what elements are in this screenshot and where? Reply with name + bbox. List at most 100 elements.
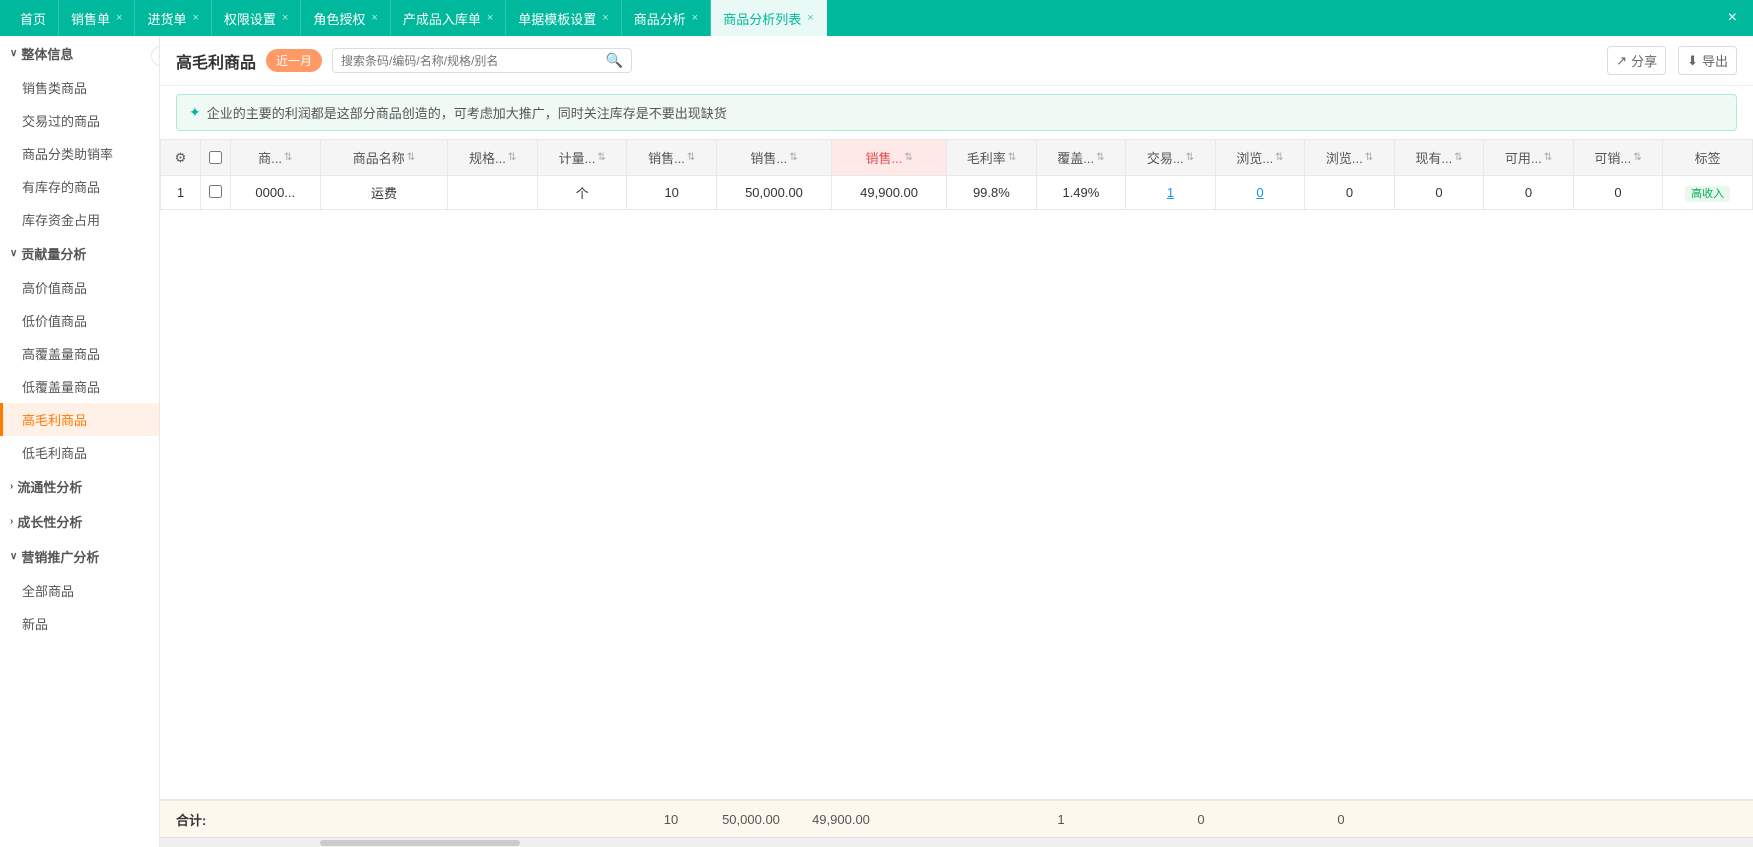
sidebar-item-category-rate[interactable]: 商品分类助销率 (0, 137, 159, 170)
sort-icon-available-stock: ⇅ (1544, 152, 1552, 163)
arrow-overall: ∨ (10, 48, 17, 59)
footer-tag (1446, 812, 1516, 827)
sidebar-item-stock-capital[interactable]: 库存资金占用 (0, 203, 159, 236)
col-unit[interactable]: 计量... ⇅ (537, 140, 627, 176)
col-browse1[interactable]: 浏览... ⇅ (1215, 140, 1305, 176)
col-code[interactable]: 商... ⇅ (231, 140, 321, 176)
sort-icon-gross-margin: ⇅ (1008, 152, 1016, 163)
cell-gross-margin: 99.8% (947, 176, 1037, 210)
sidebar-item-low-value[interactable]: 低价值商品 (0, 304, 159, 337)
arrow-growth: › (10, 516, 13, 527)
col-sales-profit[interactable]: 销售... ⇅ (832, 140, 947, 176)
content-area: 高毛利商品 近一月 🔍 ↗ 分享 ⬇ 导出 ✦ 企业的主要的利润都是这部分商品创… (160, 36, 1753, 847)
sidebar-item-high-value[interactable]: 高价值商品 (0, 271, 159, 304)
sidebar-item-low-margin[interactable]: 低毛利商品 (0, 436, 159, 469)
share-button[interactable]: ↗ 分享 (1607, 46, 1666, 75)
col-settings[interactable]: ⚙ (161, 140, 201, 176)
header-actions: ↗ 分享 ⬇ 导出 (1607, 46, 1737, 75)
sort-icon-code: ⇅ (284, 152, 292, 163)
info-icon: ✦ (189, 104, 201, 121)
sidebar-item-high-margin[interactable]: 高毛利商品 (0, 403, 159, 436)
sidebar-item-traded-goods[interactable]: 交易过的商品 (0, 104, 159, 137)
close-analysis-tab[interactable]: × (692, 12, 698, 24)
col-gross-margin[interactable]: 毛利率 ⇅ (947, 140, 1037, 176)
cell-checkbox[interactable] (201, 176, 231, 210)
col-available-stock[interactable]: 可用... ⇅ (1484, 140, 1574, 176)
horizontal-scrollbar[interactable] (160, 837, 1753, 847)
cell-sales-amount: 50,000.00 (716, 176, 831, 210)
close-template-tab[interactable]: × (602, 12, 608, 24)
cell-code: 0000... (231, 176, 321, 210)
nav-tab-purchase[interactable]: 进货单 × (135, 0, 211, 36)
filter-recent-month[interactable]: 近一月 (266, 49, 322, 72)
close-roles-tab[interactable]: × (371, 12, 377, 24)
export-icon: ⬇ (1687, 53, 1698, 69)
page-title: 高毛利商品 (176, 49, 256, 73)
nav-tab-analysis[interactable]: 商品分析 × (622, 0, 711, 36)
share-icon: ↗ (1616, 53, 1627, 69)
close-all-tabs[interactable]: × (1720, 9, 1745, 27)
footer-label: 合计: (176, 810, 256, 829)
footer-browse2: 0 (1166, 812, 1236, 827)
close-analysis-list-tab[interactable]: × (807, 12, 813, 24)
sidebar-group-liquidity[interactable]: › 流通性分析 (0, 469, 159, 504)
nav-tab-product-stock[interactable]: 产成品入库单 × (391, 0, 506, 36)
cell-browse1: 0 (1215, 176, 1305, 210)
sidebar-item-high-coverage[interactable]: 高覆盖量商品 (0, 337, 159, 370)
data-table-container: ⚙ 商... ⇅ 商品名称 (160, 139, 1753, 799)
nav-tab-roles[interactable]: 角色授权 × (301, 0, 390, 36)
search-icon[interactable]: 🔍 (606, 52, 623, 69)
col-name[interactable]: 商品名称 ⇅ (320, 140, 448, 176)
sidebar-item-low-coverage[interactable]: 低覆盖量商品 (0, 370, 159, 403)
footer-transaction: 1 (1026, 812, 1096, 827)
select-all-checkbox[interactable] (209, 151, 222, 164)
close-sales-tab[interactable]: × (116, 12, 122, 24)
sort-icon-browse1: ⇅ (1275, 152, 1283, 163)
close-product-stock-tab[interactable]: × (487, 12, 493, 24)
col-checkbox[interactable] (201, 140, 231, 176)
sort-icon-sales-qty: ⇅ (687, 152, 695, 163)
cell-spec (448, 176, 538, 210)
nav-tab-permissions[interactable]: 权限设置 × (212, 0, 301, 36)
table-row: 1 0000... 运费 个 10 50,000.00 49,900.00 99… (161, 176, 1753, 210)
nav-tab-home[interactable]: 首页 (8, 0, 59, 36)
cell-sales-qty: 10 (627, 176, 717, 210)
col-sales-qty[interactable]: 销售... ⇅ (627, 140, 717, 176)
row-checkbox[interactable] (209, 185, 222, 198)
nav-tab-template[interactable]: 单据模板设置 × (506, 0, 621, 36)
main-layout: « ∨ 整体信息 销售类商品 交易过的商品 商品分类助销率 有库存的商品 库存资… (0, 36, 1753, 847)
scrollbar-thumb[interactable] (320, 840, 520, 846)
close-purchase-tab[interactable]: × (192, 12, 198, 24)
col-tag[interactable]: 标签 (1663, 140, 1753, 176)
sidebar: « ∨ 整体信息 销售类商品 交易过的商品 商品分类助销率 有库存的商品 库存资… (0, 36, 160, 847)
sidebar-group-overall[interactable]: ∨ 整体信息 (0, 36, 159, 71)
sort-icon-transaction: ⇅ (1186, 152, 1194, 163)
content-header: 高毛利商品 近一月 🔍 ↗ 分享 ⬇ 导出 (160, 36, 1753, 86)
search-input[interactable] (341, 54, 602, 68)
nav-tab-analysis-list[interactable]: 商品分析列表 × (711, 0, 826, 36)
close-permissions-tab[interactable]: × (282, 12, 288, 24)
sidebar-item-all-goods[interactable]: 全部商品 (0, 574, 159, 607)
col-current-stock[interactable]: 现有... ⇅ (1394, 140, 1484, 176)
sidebar-group-growth[interactable]: › 成长性分析 (0, 504, 159, 539)
col-browse2[interactable]: 浏览... ⇅ (1305, 140, 1395, 176)
sort-icon-sales-profit: ⇅ (904, 152, 912, 163)
sort-icon-current-stock: ⇅ (1454, 152, 1462, 163)
sidebar-item-sales-goods[interactable]: 销售类商品 (0, 71, 159, 104)
footer-sales-qty: 10 (636, 812, 706, 827)
col-coverage[interactable]: 覆盖... ⇅ (1036, 140, 1126, 176)
col-sellable-stock[interactable]: 可销... ⇅ (1573, 140, 1663, 176)
cell-available-stock: 0 (1484, 176, 1574, 210)
sort-icon-coverage: ⇅ (1096, 152, 1104, 163)
col-spec[interactable]: 规格... ⇅ (448, 140, 538, 176)
footer-gross-margin (886, 812, 956, 827)
col-sales-amount[interactable]: 销售... ⇅ (716, 140, 831, 176)
sidebar-item-new-goods[interactable]: 新品 (0, 607, 159, 640)
col-transaction[interactable]: 交易... ⇅ (1126, 140, 1216, 176)
sidebar-group-marketing[interactable]: ∨ 营销推广分析 (0, 539, 159, 574)
nav-tab-sales[interactable]: 销售单 × (59, 0, 135, 36)
sidebar-item-in-stock[interactable]: 有库存的商品 (0, 170, 159, 203)
footer-current-stock (1236, 812, 1306, 827)
export-button[interactable]: ⬇ 导出 (1678, 46, 1737, 75)
sidebar-group-contribution[interactable]: ∨ 贡献量分析 (0, 236, 159, 271)
